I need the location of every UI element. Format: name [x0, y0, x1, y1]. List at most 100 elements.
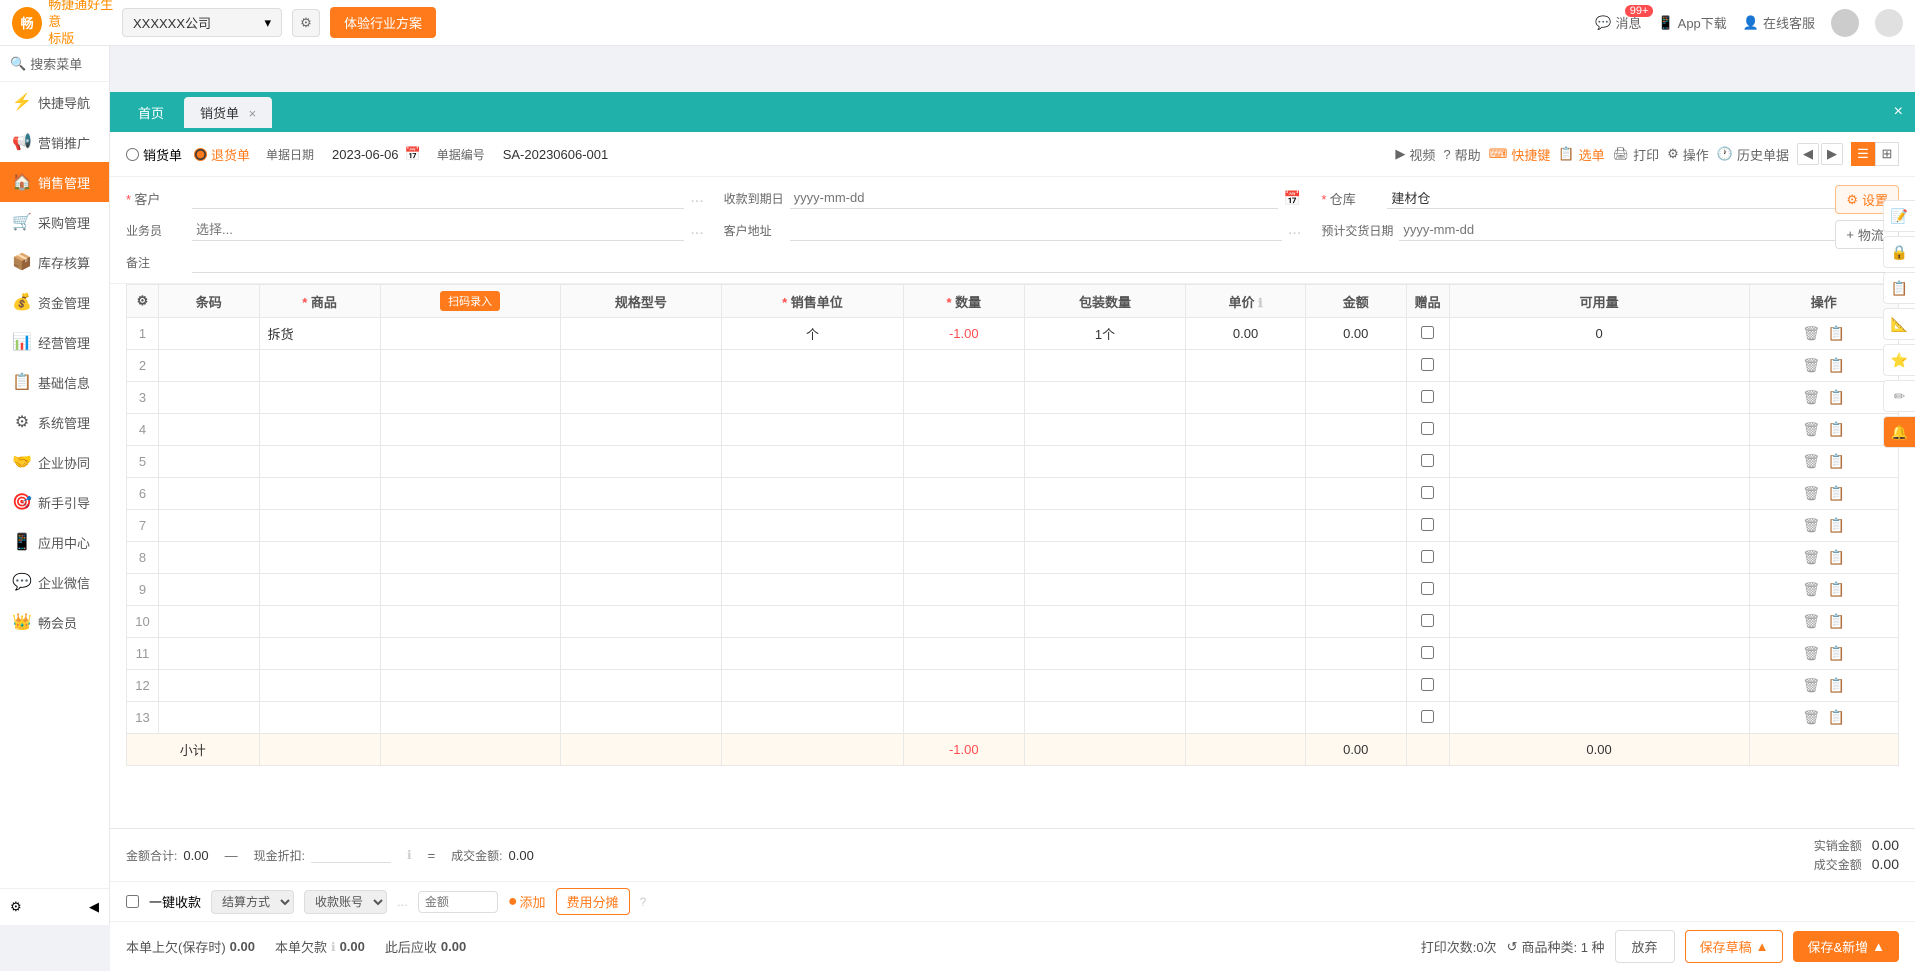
- due-date-calendar-icon[interactable]: 📅: [1284, 190, 1301, 207]
- sidebar-settings-icon[interactable]: ⚙: [10, 899, 22, 915]
- gift-checkbox[interactable]: [1421, 358, 1434, 371]
- cell-pack-qty[interactable]: [1024, 382, 1185, 414]
- cell-amount[interactable]: [1305, 478, 1406, 510]
- history-button[interactable]: 🕐 历史单据: [1717, 145, 1789, 164]
- cell-gift[interactable]: [1406, 702, 1449, 734]
- cell-price[interactable]: [1186, 510, 1306, 542]
- cell-price[interactable]: [1186, 670, 1306, 702]
- cell-unit[interactable]: [722, 542, 904, 574]
- cell-barcode[interactable]: [159, 318, 260, 350]
- cell-unit[interactable]: [722, 574, 904, 606]
- cell-pack-qty[interactable]: [1024, 510, 1185, 542]
- sidebar-item-enterprise[interactable]: 🤝 企业协同: [0, 442, 109, 482]
- cell-product[interactable]: [259, 638, 380, 670]
- cell-barcode[interactable]: [159, 446, 260, 478]
- gift-checkbox[interactable]: [1421, 678, 1434, 691]
- cell-pack-qty[interactable]: [1024, 702, 1185, 734]
- cell-unit[interactable]: 个: [722, 318, 904, 350]
- shortcut-button[interactable]: ⌨ 快捷键: [1489, 145, 1551, 164]
- cell-price[interactable]: [1186, 414, 1306, 446]
- delete-row-button[interactable]: 🗑: [1800, 515, 1822, 536]
- cell-quantity[interactable]: [903, 382, 1024, 414]
- cell-price[interactable]: [1186, 606, 1306, 638]
- copy-row-button[interactable]: 📋: [1826, 451, 1847, 472]
- delete-row-button[interactable]: 🗑: [1800, 451, 1822, 472]
- tab-close-icon[interactable]: ×: [249, 106, 257, 121]
- salesperson-input[interactable]: [192, 219, 684, 241]
- cell-spec[interactable]: [560, 382, 721, 414]
- copy-row-button[interactable]: 📋: [1826, 515, 1847, 536]
- cell-product[interactable]: [259, 382, 380, 414]
- right-panel-btn-3[interactable]: 📋: [1883, 272, 1915, 304]
- gift-checkbox[interactable]: [1421, 614, 1434, 627]
- cell-barcode[interactable]: [159, 478, 260, 510]
- cell-pack-qty[interactable]: [1024, 350, 1185, 382]
- video-button[interactable]: ▶ 视频: [1395, 145, 1435, 164]
- hint-icon[interactable]: ℹ: [407, 848, 412, 862]
- copy-row-button[interactable]: 📋: [1826, 355, 1847, 376]
- cell-amount[interactable]: [1305, 702, 1406, 734]
- delete-row-button[interactable]: 🗑: [1800, 387, 1822, 408]
- cell-price[interactable]: [1186, 446, 1306, 478]
- cell-unit[interactable]: [722, 606, 904, 638]
- cell-product[interactable]: [259, 350, 380, 382]
- delete-row-button[interactable]: 🗑: [1800, 643, 1822, 664]
- cell-amount[interactable]: [1305, 638, 1406, 670]
- delete-row-button[interactable]: 🗑: [1800, 547, 1822, 568]
- copy-row-button[interactable]: 📋: [1826, 643, 1847, 664]
- date-picker-icon[interactable]: 📅: [405, 146, 421, 162]
- cell-product[interactable]: 拆货: [259, 318, 380, 350]
- cell-barcode[interactable]: [159, 574, 260, 606]
- cell-gift[interactable]: [1406, 542, 1449, 574]
- cell-quantity[interactable]: [903, 542, 1024, 574]
- address-dots-icon[interactable]: ...: [1288, 221, 1301, 239]
- cell-spec[interactable]: [560, 670, 721, 702]
- add-payment-button[interactable]: ● 添加: [508, 892, 546, 911]
- warehouse-input[interactable]: [1387, 187, 1879, 209]
- cell-price[interactable]: [1186, 382, 1306, 414]
- salesperson-dots-icon[interactable]: ...: [690, 221, 703, 239]
- cell-barcode[interactable]: [159, 670, 260, 702]
- expense-hint-icon[interactable]: ?: [640, 895, 647, 909]
- cell-barcode[interactable]: [159, 414, 260, 446]
- cell-barcode[interactable]: [159, 542, 260, 574]
- cell-amount[interactable]: 0.00: [1305, 318, 1406, 350]
- cell-amount[interactable]: [1305, 510, 1406, 542]
- calc-method-select[interactable]: 结算方式: [211, 890, 294, 914]
- cell-gift[interactable]: [1406, 670, 1449, 702]
- cell-quantity[interactable]: [903, 446, 1024, 478]
- cell-spec[interactable]: [560, 542, 721, 574]
- list-view-button[interactable]: ☰: [1851, 142, 1875, 166]
- cell-unit[interactable]: [722, 350, 904, 382]
- cell-gift[interactable]: [1406, 446, 1449, 478]
- delete-row-button[interactable]: 🗑: [1800, 707, 1822, 728]
- notification-button[interactable]: 💬 消息 99+: [1595, 13, 1641, 32]
- tab-sales-order[interactable]: 销货单 ×: [184, 97, 272, 128]
- copy-row-button[interactable]: 📋: [1826, 387, 1847, 408]
- cell-quantity[interactable]: [903, 670, 1024, 702]
- refresh-icon[interactable]: ↺: [1507, 939, 1518, 955]
- company-selector[interactable]: XXXXXX公司 ▾: [122, 8, 282, 37]
- cell-amount[interactable]: [1305, 670, 1406, 702]
- copy-row-button[interactable]: 📋: [1826, 611, 1847, 632]
- settings-icon[interactable]: ⚙: [292, 9, 320, 37]
- next-button[interactable]: ▶: [1821, 143, 1843, 165]
- cell-quantity[interactable]: [903, 350, 1024, 382]
- cell-gift[interactable]: [1406, 638, 1449, 670]
- cell-price[interactable]: [1186, 574, 1306, 606]
- app-download-button[interactable]: 📱 App下载: [1657, 13, 1726, 32]
- cell-barcode[interactable]: [159, 382, 260, 414]
- cell-quantity[interactable]: [903, 478, 1024, 510]
- cell-price[interactable]: [1186, 478, 1306, 510]
- copy-row-button[interactable]: 📋: [1826, 675, 1847, 696]
- cell-product[interactable]: [259, 446, 380, 478]
- due-date-input[interactable]: [790, 187, 1278, 209]
- save-draft-button[interactable]: 保存草稿 ▲: [1685, 930, 1784, 963]
- col-settings[interactable]: ⚙: [127, 285, 159, 318]
- cell-spec[interactable]: [560, 414, 721, 446]
- abandon-button[interactable]: 放弃: [1615, 930, 1675, 963]
- cell-spec[interactable]: [560, 638, 721, 670]
- cell-amount[interactable]: [1305, 382, 1406, 414]
- customer-input[interactable]: [192, 187, 684, 209]
- delete-row-button[interactable]: 🗑: [1800, 419, 1822, 440]
